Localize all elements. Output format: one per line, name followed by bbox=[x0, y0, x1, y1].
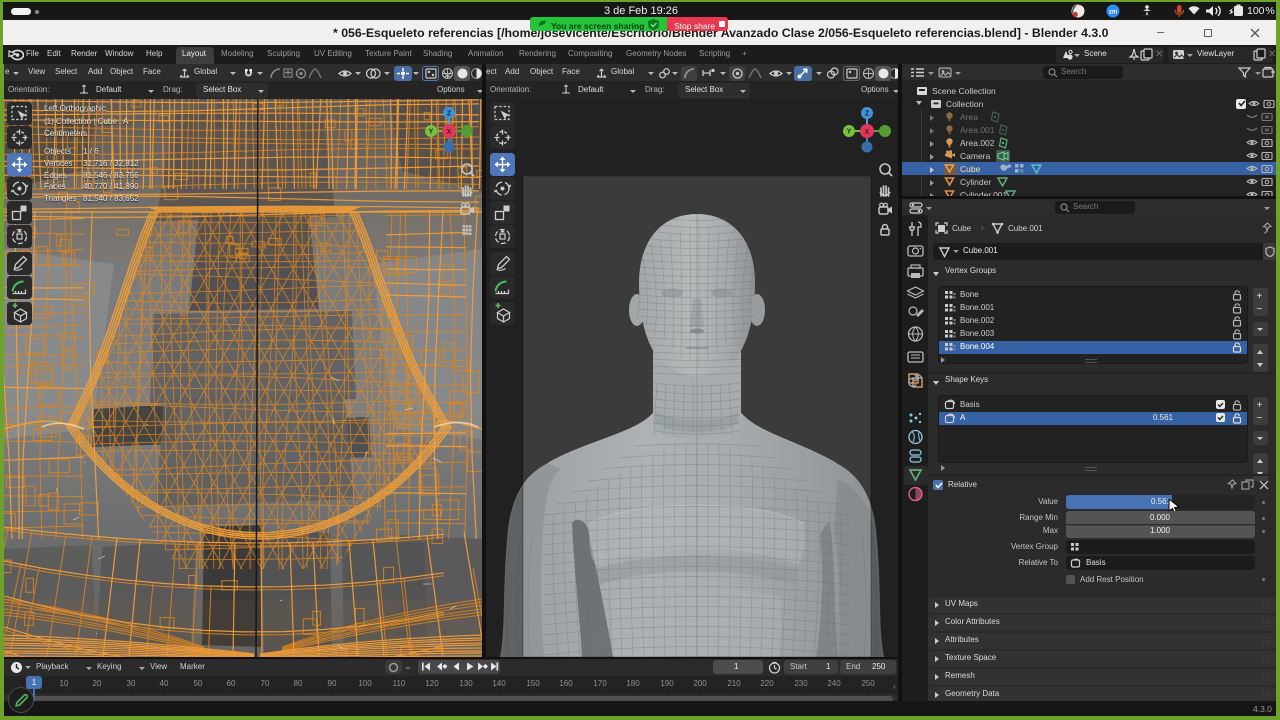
svg-text:Z: Z bbox=[865, 111, 870, 118]
svg-text:X: X bbox=[865, 129, 870, 136]
svg-text:Z: Z bbox=[447, 111, 452, 118]
svg-text:zm: zm bbox=[1109, 10, 1117, 16]
svg-text:Y: Y bbox=[847, 129, 852, 136]
svg-text:Y: Y bbox=[429, 129, 434, 136]
svg-text:X: X bbox=[447, 129, 452, 136]
